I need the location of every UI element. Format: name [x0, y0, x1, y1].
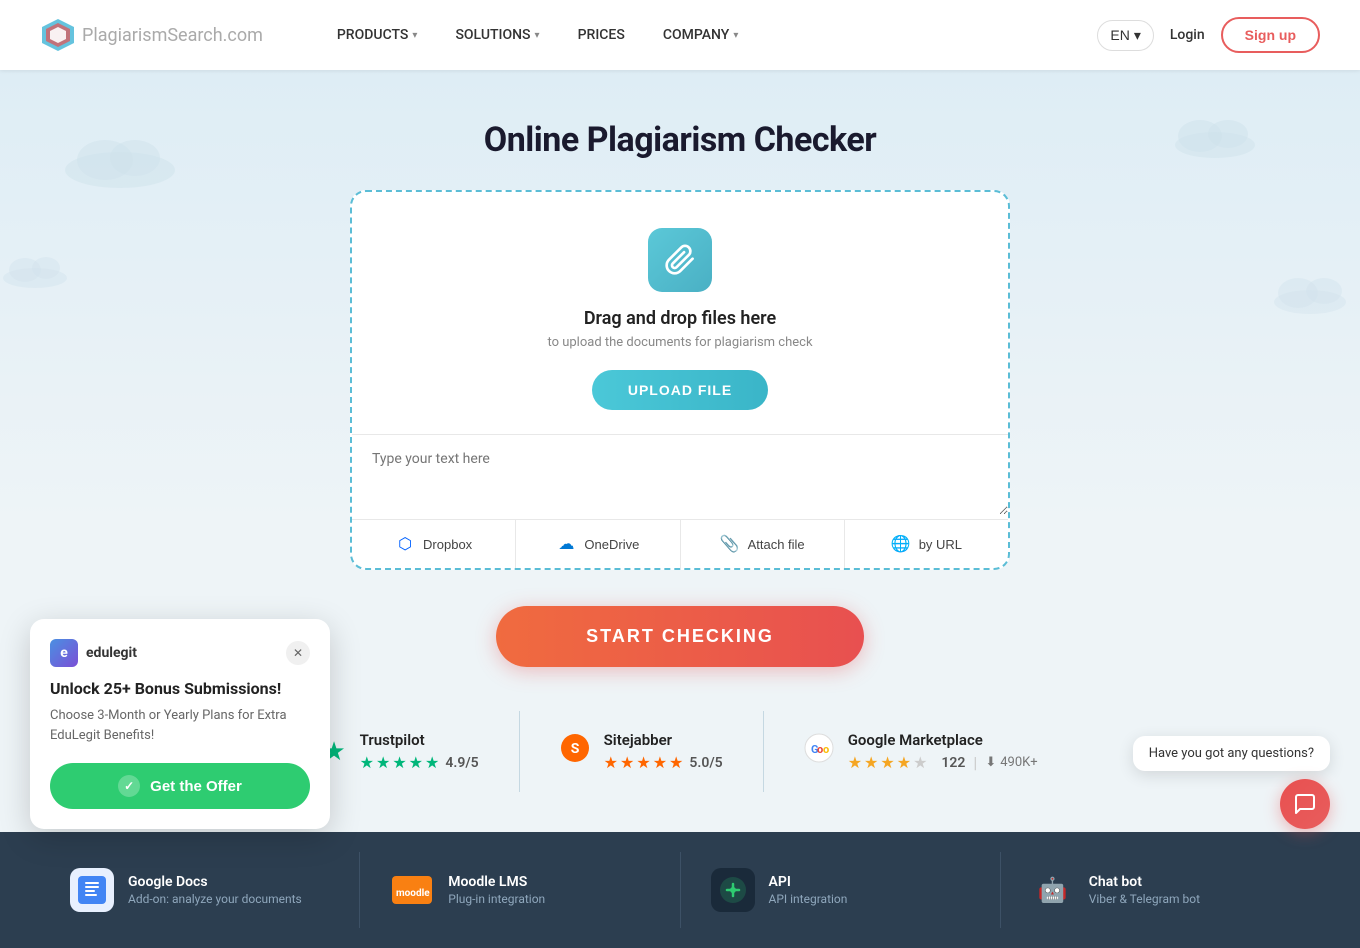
upload-icon [648, 228, 712, 292]
attach-file-button[interactable]: 📎 Attach file [681, 520, 845, 568]
popup-brand-name: edulegit [86, 645, 137, 661]
edulegit-popup: e edulegit ✕ Unlock 25+ Bonus Submission… [30, 619, 330, 829]
attach-row: ⬡ Dropbox ☁ OneDrive 📎 Attach file 🌐 by … [352, 519, 1008, 568]
popup-brand: e edulegit [50, 639, 137, 667]
paperclip-icon [664, 244, 696, 276]
cloud-decoration-4 [1270, 270, 1350, 319]
upload-area: Drag and drop files here to upload the d… [352, 192, 1008, 434]
popup-desc: Choose 3-Month or Yearly Plans for Extra… [50, 706, 310, 745]
chevron-down-icon: ▾ [412, 30, 417, 41]
sitejabber-stars: ★ ★ ★ ★ ★ [604, 753, 684, 772]
chatbot-icon: 🤖 [1031, 868, 1075, 912]
get-offer-button[interactable]: ✓ Get the Offer [50, 763, 310, 809]
chevron-down-icon: ▾ [1134, 27, 1141, 44]
nav-products[interactable]: PRODUCTS ▾ [323, 19, 432, 51]
chevron-down-icon: ▾ [535, 30, 540, 41]
attach-icon: 📎 [720, 534, 740, 554]
api-text: API API integration [769, 874, 848, 906]
text-input[interactable] [352, 435, 1008, 515]
api-icon [711, 868, 755, 912]
google-docs-text: Google Docs Add-on: analyze your documen… [128, 874, 302, 906]
logo-icon [40, 17, 76, 53]
logo[interactable]: PlagiarismSearch.com [40, 17, 263, 53]
popup-header: e edulegit ✕ [50, 639, 310, 667]
language-selector[interactable]: EN ▾ [1097, 20, 1153, 51]
sitejabber-icon: S [560, 733, 590, 770]
check-icon: ✓ [118, 775, 140, 797]
sitejabber-text: Sitejabber ★ ★ ★ ★ ★ 5.0/5 [604, 731, 723, 772]
cloud-decoration [60, 130, 180, 194]
cloud-decoration-2 [1170, 110, 1260, 164]
dropbox-button[interactable]: ⬡ Dropbox [352, 520, 516, 568]
trustpilot-stars: ★ ★ ★ ★ ★ [360, 753, 440, 772]
chat-widget: Have you got any questions? [1133, 736, 1330, 829]
chat-bubble: Have you got any questions? [1133, 736, 1330, 771]
google-text: Google Marketplace ★ ★ ★ ★ ★ 122 | ⬇ 490… [848, 731, 1038, 772]
svg-text:moodle: moodle [396, 888, 430, 899]
chat-icon [1293, 792, 1317, 816]
signup-button[interactable]: Sign up [1221, 17, 1320, 53]
chevron-down-icon: ▾ [733, 30, 738, 41]
upload-box: Drag and drop files here to upload the d… [350, 190, 1010, 570]
footer-integrations: Google Docs Add-on: analyze your documen… [0, 832, 1360, 948]
sitejabber-rating: S Sitejabber ★ ★ ★ ★ ★ 5.0/5 [520, 711, 764, 792]
nav-company[interactable]: COMPANY ▾ [649, 19, 753, 51]
chatbot-text: Chat bot Viber & Telegram bot [1089, 874, 1200, 906]
moodle-text: Moodle LMS Plug-in integration [448, 874, 545, 906]
drag-sub: to upload the documents for plagiarism c… [547, 335, 812, 350]
page-title: Online Plagiarism Checker [0, 70, 1360, 160]
cloud-decoration-3 [0, 250, 70, 294]
navbar: PlagiarismSearch.com PRODUCTS ▾ SOLUTION… [0, 0, 1360, 70]
nav-links: PRODUCTS ▾ SOLUTIONS ▾ PRICES COMPANY ▾ [323, 19, 1098, 51]
upload-file-button[interactable]: UPLOAD FILE [592, 370, 768, 410]
globe-icon: 🌐 [891, 534, 911, 554]
google-docs-icon [70, 868, 114, 912]
drag-title: Drag and drop files here [584, 308, 776, 329]
start-checking-button[interactable]: START CHECKING [496, 606, 864, 667]
google-stars: ★ ★ ★ ★ ★ [848, 753, 928, 772]
popup-title: Unlock 25+ Bonus Submissions! [50, 679, 310, 698]
nav-solutions[interactable]: SOLUTIONS ▾ [441, 19, 553, 51]
logo-text: PlagiarismSearch.com [82, 25, 263, 46]
login-button[interactable]: Login [1170, 27, 1205, 43]
chat-button[interactable] [1280, 779, 1330, 829]
moodle-icon: moodle [390, 868, 434, 912]
google-rating: G o o Google Marketplace ★ ★ ★ ★ ★ 122 [764, 711, 1078, 792]
google-docs-integration: Google Docs Add-on: analyze your documen… [40, 852, 360, 928]
google-icon: G o o [804, 733, 834, 770]
dropbox-icon: ⬡ [395, 534, 415, 554]
download-icon: ⬇ [985, 755, 996, 770]
nav-prices[interactable]: PRICES [564, 19, 639, 51]
nav-right: EN ▾ Login Sign up [1097, 17, 1320, 53]
onedrive-button[interactable]: ☁ OneDrive [516, 520, 680, 568]
svg-text:o: o [823, 743, 829, 756]
api-integration: API API integration [681, 852, 1001, 928]
popup-close-button[interactable]: ✕ [286, 641, 310, 665]
edulegit-icon: e [50, 639, 78, 667]
trustpilot-text: Trustpilot ★ ★ ★ ★ ★ 4.9/5 [360, 731, 479, 772]
by-url-button[interactable]: 🌐 by URL [845, 520, 1008, 568]
chatbot-integration: 🤖 Chat bot Viber & Telegram bot [1001, 852, 1320, 928]
onedrive-icon: ☁ [556, 534, 576, 554]
svg-text:S: S [570, 741, 579, 757]
moodle-integration: moodle Moodle LMS Plug-in integration [360, 852, 680, 928]
